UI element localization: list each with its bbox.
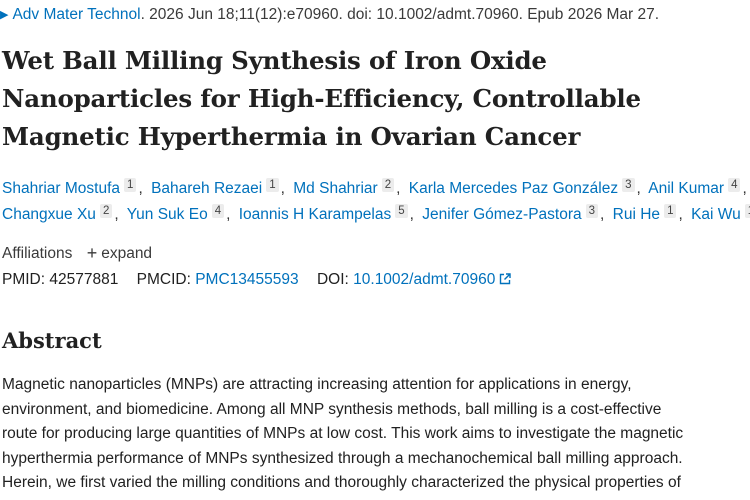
journal-link[interactable]: Adv Mater Technol: [12, 6, 140, 23]
affiliations-row: Affiliations + expand: [2, 240, 152, 264]
author-link[interactable]: Karla Mercedes Paz González: [409, 180, 618, 197]
author-link[interactable]: Anil Kumar: [648, 180, 724, 197]
triangle-right-icon: ▶: [0, 9, 9, 21]
affiliation-ref[interactable]: 2: [381, 178, 395, 192]
abstract-line: Herein, we first varied the milling cond…: [2, 474, 681, 492]
journal-toggle[interactable]: ▶ Adv Mater Technol: [0, 6, 141, 23]
title-line: Nanoparticles for High-Efficiency, Contr…: [2, 84, 641, 113]
author-link[interactable]: Shahriar Mostufa: [2, 180, 120, 197]
abstract-line: hyperthermia performance of MNPs synthes…: [2, 449, 683, 467]
affiliation-ref[interactable]: 3: [585, 204, 599, 218]
abstract-line: route for producing large quantities of …: [2, 425, 684, 443]
pmid-value: 42577881: [49, 271, 119, 288]
author-link[interactable]: Rui He: [613, 206, 660, 223]
affiliation-ref[interactable]: 4: [211, 204, 225, 218]
author-link[interactable]: Jenifer Gómez-Pastora: [422, 206, 581, 223]
author-link[interactable]: Bahareh Rezaei: [151, 180, 262, 197]
expand-affiliations-button[interactable]: + expand: [86, 243, 153, 263]
pmcid-label: PMCID:: [136, 271, 191, 288]
author-link[interactable]: Changxue Xu: [2, 206, 96, 223]
title-line: Wet Ball Milling Synthesis of Iron Oxide: [2, 46, 547, 75]
abstract-line: environment, and biomedicine. Among all …: [2, 400, 662, 418]
doi-value: 10.1002/admt.70960: [353, 271, 496, 288]
citation-details: . 2026 Jun 18;11(12):e70960. doi: 10.100…: [140, 6, 660, 23]
affiliation-ref[interactable]: 5: [395, 204, 408, 218]
article-page: ▶ Adv Mater Technol. 2026 Jun 18;11(12):e…: [0, 0, 750, 500]
identifiers-row: PMID: 42577881 PMCID: PMC13455593 DOI: 1…: [2, 268, 512, 292]
author-link[interactable]: Yun Suk Eo: [127, 206, 208, 223]
author-link[interactable]: Md Shahriar: [293, 180, 377, 197]
author-link[interactable]: Kai Wu: [691, 206, 741, 223]
title-line: Magnetic Hyperthermia in Ovarian Cancer: [2, 122, 581, 151]
author-line: Shahriar Mostufa 1, Bahareh Rezaei 1, Md S…: [2, 178, 747, 197]
abstract-heading: Abstract: [2, 328, 102, 353]
doi-label: DOI:: [316, 271, 349, 288]
author-list: Shahriar Mostufa 1, Bahareh Rezaei 1, Md S…: [2, 176, 750, 228]
plus-icon: +: [86, 243, 98, 263]
affiliation-ref[interactable]: 3: [622, 178, 635, 192]
abstract-text: Magnetic nanoparticles (MNPs) are attrac…: [2, 373, 750, 496]
abstract-line: Magnetic nanoparticles (MNPs) are attrac…: [2, 376, 632, 393]
affiliation-ref[interactable]: 4: [728, 178, 741, 192]
author-line: Changxue Xu 2, Yun Suk Eo 4, Ioannis H Kar…: [2, 202, 750, 228]
author-link[interactable]: Ioannis H Karampelas: [239, 206, 392, 223]
doi-link[interactable]: 10.1002/admt.70960: [353, 271, 512, 288]
expand-label: expand: [101, 245, 153, 262]
affiliation-ref[interactable]: 2: [99, 204, 113, 218]
article-title: Wet Ball Milling Synthesis of Iron Oxide…: [2, 42, 742, 156]
affiliation-ref[interactable]: 1: [124, 178, 137, 192]
affiliation-ref[interactable]: 1: [266, 178, 279, 192]
citation-bar: ▶ Adv Mater Technol. 2026 Jun 18;11(12):e…: [0, 4, 659, 26]
affiliation-ref[interactable]: 1: [664, 204, 677, 218]
pmid-label: PMID:: [2, 271, 46, 288]
external-link-icon: [500, 273, 512, 285]
pmcid-link[interactable]: PMC13455593: [195, 271, 298, 288]
affiliations-label: Affiliations: [2, 245, 73, 262]
affiliation-ref[interactable]: 1: [744, 204, 750, 218]
